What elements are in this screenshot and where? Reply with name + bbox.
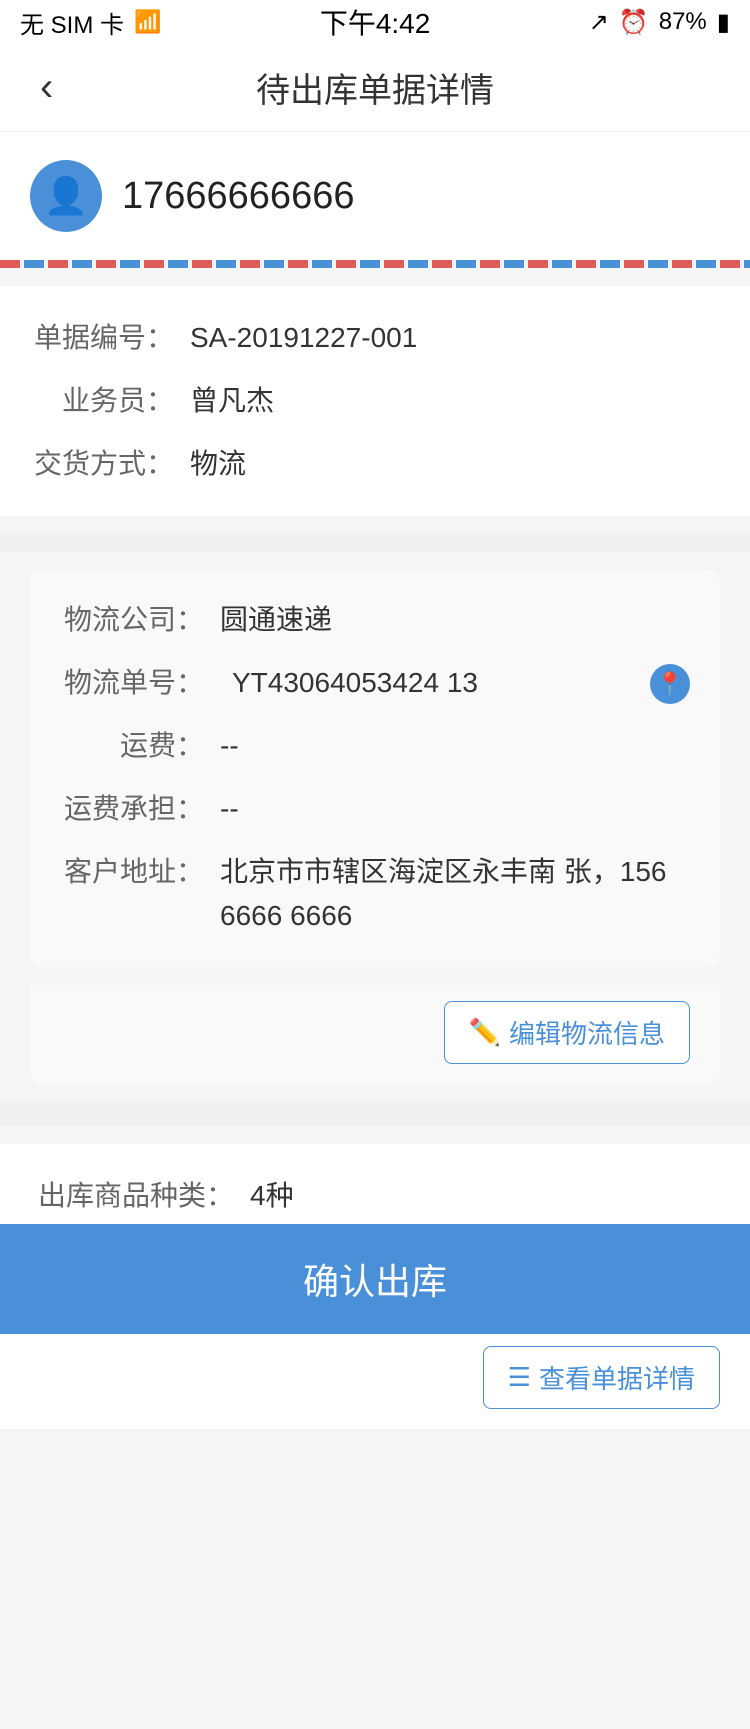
address-value: 北京市市辖区海淀区永丰南 张，156 6666 6666 <box>220 850 690 940</box>
edit-logistics-label: 编辑物流信息 <box>509 1014 665 1051</box>
freight-bearer-label: 运费承担： <box>60 787 220 832</box>
avatar: 👤 <box>30 160 102 232</box>
battery-icon: ▮ <box>717 8 730 37</box>
carrier-label: 无 SIM 卡 <box>20 5 124 40</box>
location-icon: ↗ <box>589 8 609 37</box>
logistics-company-row: 物流公司： 圆通速递 <box>60 598 690 643</box>
freight-bearer-value: -- <box>220 787 690 832</box>
document-number-value: SA-20191227-001 <box>190 316 720 361</box>
customer-phone: 17666666666 <box>122 175 354 218</box>
freight-label: 运费： <box>60 724 220 769</box>
delivery-method-value: 物流 <box>190 442 720 487</box>
logistics-company-value: 圆通速递 <box>220 598 690 643</box>
freight-row: 运费： -- <box>60 724 690 769</box>
edit-logistics-button[interactable]: ✏️ 编辑物流信息 <box>444 1001 690 1064</box>
freight-bearer-row: 运费承担： -- <box>60 787 690 832</box>
view-details-button[interactable]: ☰ 查看单据详情 <box>483 1346 720 1409</box>
section-divider-1 <box>0 534 750 552</box>
wifi-icon: 📶 <box>134 9 161 35</box>
goods-type-value: 4种 <box>250 1174 720 1219</box>
sales-person-row: 业务员： 曾凡杰 <box>30 379 720 424</box>
delivery-method-label: 交货方式： <box>30 442 190 487</box>
view-details-label: 查看单据详情 <box>539 1359 695 1396</box>
tracking-label: 物流单号： <box>60 661 220 706</box>
basic-info-section: 单据编号： SA-20191227-001 业务员： 曾凡杰 交货方式： 物流 <box>0 286 750 516</box>
alarm-icon: ⏰ <box>619 8 649 37</box>
location-icon[interactable]: 📍 <box>650 664 690 704</box>
document-number-row: 单据编号： SA-20191227-001 <box>30 316 720 361</box>
sales-person-value: 曾凡杰 <box>190 379 720 424</box>
confirm-button-label: 确认出库 <box>303 1253 447 1305</box>
location-pin-icon: 📍 <box>656 666 683 701</box>
edit-btn-container: ✏️ 编辑物流信息 <box>30 985 720 1084</box>
logistics-card: 物流公司： 圆通速递 物流单号： YT43064053424 13 📍 运费： … <box>30 570 720 967</box>
address-row: 客户地址： 北京市市辖区海淀区永丰南 张，156 6666 6666 <box>60 850 690 940</box>
document-number-label: 单据编号： <box>30 316 190 361</box>
logistics-company-label: 物流公司： <box>60 598 220 643</box>
bottom-spacer <box>0 1429 750 1609</box>
time-label: 下午4:42 <box>320 2 431 42</box>
customer-header: 👤 17666666666 <box>0 132 750 260</box>
battery-label: 87% <box>659 8 707 36</box>
address-label: 客户地址： <box>60 850 220 895</box>
section-divider-2 <box>0 1102 750 1126</box>
status-right: ↗ ⏰ 87% ▮ <box>589 8 730 37</box>
back-button[interactable]: ‹ <box>30 55 63 120</box>
tracking-value: YT43064053424 13 <box>232 661 638 706</box>
tracking-row: 物流单号： YT43064053424 13 📍 <box>60 661 690 706</box>
list-icon: ☰ <box>508 1362 531 1393</box>
edit-icon: ✏️ <box>469 1017 501 1048</box>
page-title: 待出库单据详情 <box>256 63 494 112</box>
confirm-bar[interactable]: 确认出库 <box>0 1224 750 1334</box>
freight-value: -- <box>220 724 690 769</box>
goods-type-label: 出库商品种类： <box>30 1174 250 1219</box>
delivery-method-row: 交货方式： 物流 <box>30 442 720 487</box>
sales-person-label: 业务员： <box>30 379 190 424</box>
avatar-icon: 👤 <box>44 175 89 217</box>
status-left: 无 SIM 卡 📶 <box>20 5 161 40</box>
status-bar: 无 SIM 卡 📶 下午4:42 ↗ ⏰ 87% ▮ <box>0 0 750 44</box>
view-btn-container: ☰ 查看单据详情 <box>0 1330 750 1429</box>
content-area: 👤 17666666666 单据编号： SA-20191227-001 业务员：… <box>0 132 750 1729</box>
nav-bar: ‹ 待出库单据详情 <box>0 44 750 132</box>
goods-type-row: 出库商品种类： 4种 <box>30 1174 720 1219</box>
dashed-divider <box>0 260 750 268</box>
